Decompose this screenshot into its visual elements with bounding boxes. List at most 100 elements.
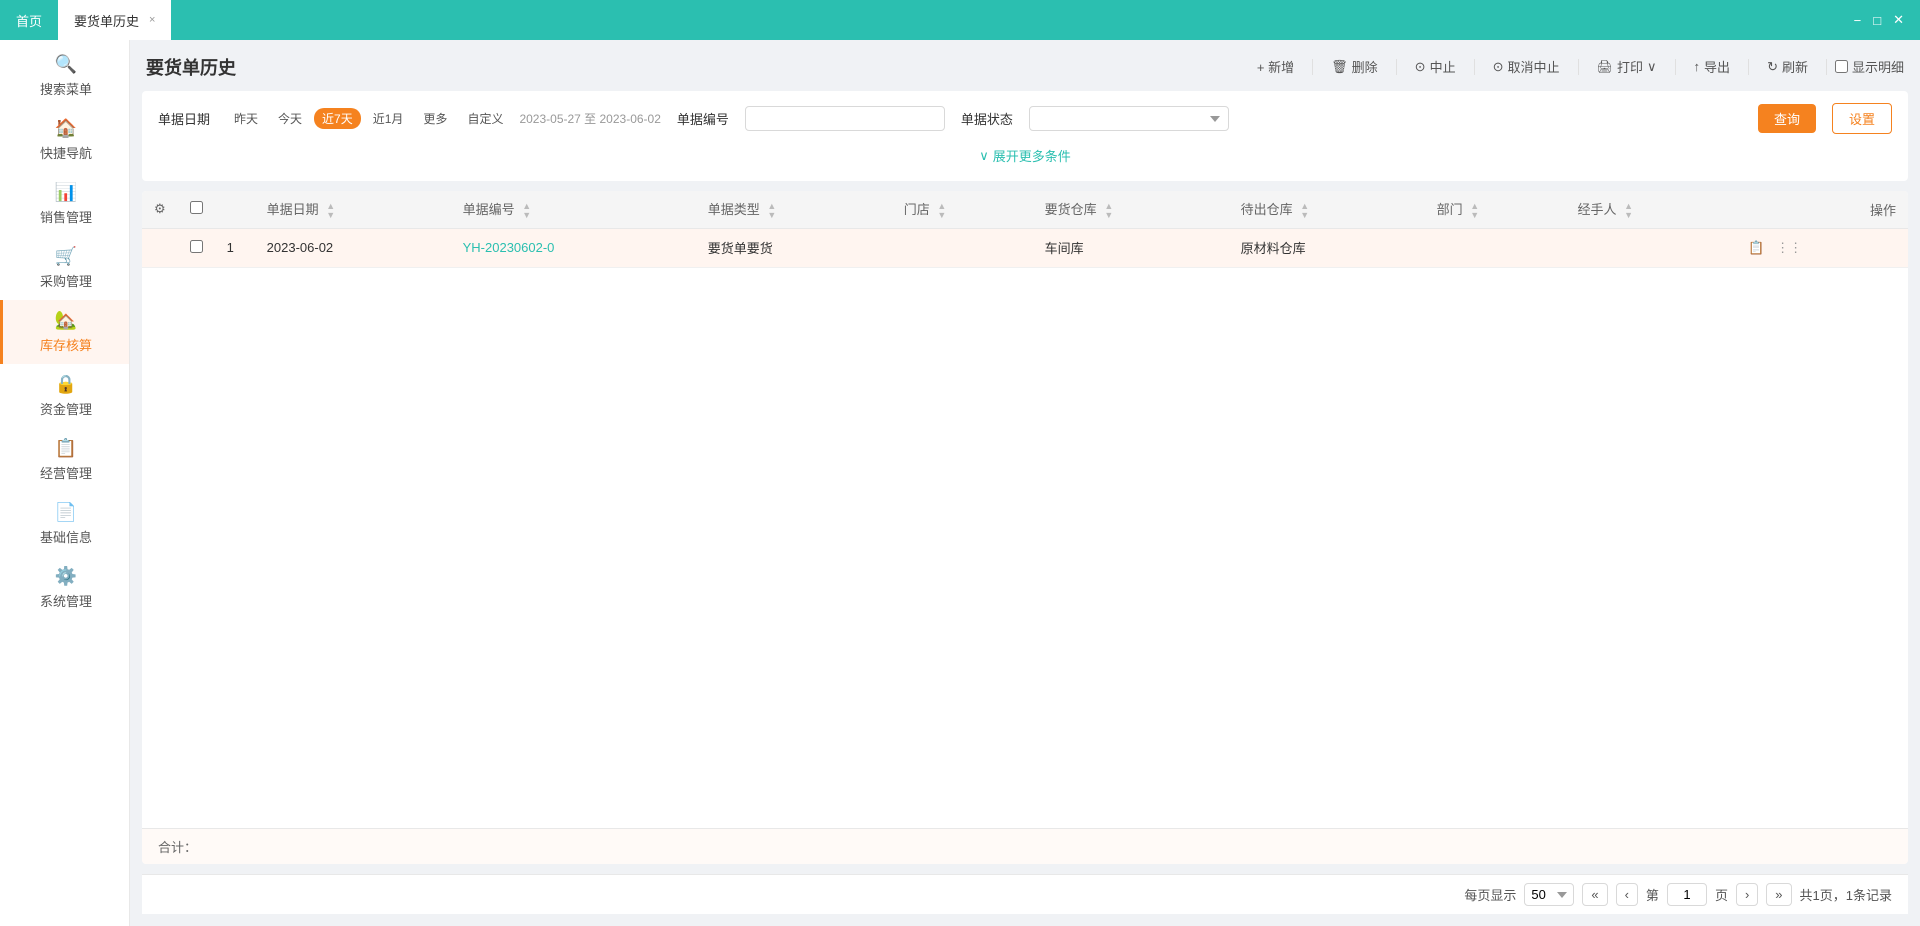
sidebar-item-purchase-mgmt[interactable]: 🛒 采购管理 [0, 236, 129, 300]
row-date: 2023-06-02 [255, 228, 451, 267]
minimize-icon[interactable]: − [1854, 13, 1862, 28]
col-handler[interactable]: 经手人 ▲▼ [1566, 191, 1734, 228]
operations-icon: 📋 [55, 438, 77, 459]
more-icon: ⋮⋮ [1776, 240, 1802, 255]
divider-6 [1748, 59, 1749, 75]
col-type[interactable]: 单据类型 ▲▼ [696, 191, 892, 228]
export-icon: ↑ [1694, 59, 1701, 74]
total-info: 共1页，1条记录 [1800, 885, 1892, 904]
handler-sort-icon: ▲▼ [1624, 202, 1633, 220]
per-page-label: 每页显示 [1464, 885, 1516, 904]
home-icon: 🏠 [55, 118, 77, 139]
department-sort-icon: ▲▼ [1470, 202, 1479, 220]
last7days-btn[interactable]: 近7天 [314, 108, 361, 129]
col-checkbox [178, 191, 215, 228]
col-date[interactable]: 单据日期 ▲▼ [255, 191, 451, 228]
sidebar: 🔍 搜索菜单 🏠 快捷导航 📊 销售管理 🛒 采购管理 🏡 库存核算 🔒 资金管… [0, 40, 130, 926]
col-pending-warehouse[interactable]: 待出仓库 ▲▼ [1229, 191, 1425, 228]
row-edit-button[interactable]: 📋 [1746, 237, 1766, 259]
col-req-warehouse[interactable]: 要货仓库 ▲▼ [1033, 191, 1229, 228]
suspend-button[interactable]: ⊙ 中止 [1405, 52, 1466, 81]
filter-row-2: ∨ 展开更多条件 [158, 142, 1892, 169]
sidebar-item-search-menu[interactable]: 🔍 搜索菜单 [0, 44, 129, 108]
refresh-button[interactable]: ↻ 刷新 [1757, 52, 1818, 81]
row-req-warehouse: 车间库 [1033, 228, 1229, 267]
maximize-icon[interactable]: □ [1873, 13, 1881, 28]
sidebar-item-operations-mgmt[interactable]: 📋 经营管理 [0, 428, 129, 492]
store-sort-icon: ▲▼ [937, 202, 946, 220]
custom-btn[interactable]: 自定义 [459, 108, 511, 129]
last-page-btn[interactable]: » [1766, 883, 1791, 906]
system-icon: ⚙️ [55, 566, 77, 587]
sidebar-item-basic-info[interactable]: 📄 基础信息 [0, 492, 129, 556]
col-store[interactable]: 门店 ▲▼ [892, 191, 1033, 228]
new-button[interactable]: + 新增 [1247, 52, 1304, 81]
tab-requisition-history[interactable]: 要货单历史 × [58, 0, 171, 40]
purchase-icon: 🛒 [55, 246, 77, 267]
print-button[interactable]: 🖨 打印 ∨ [1587, 52, 1667, 81]
doc-number-input[interactable] [745, 106, 945, 131]
doc-number-label: 单据编号 [677, 109, 729, 128]
divider-2 [1396, 59, 1397, 75]
today-btn[interactable]: 今天 [270, 108, 310, 129]
row-more-button[interactable]: ⋮⋮ [1774, 237, 1804, 259]
sidebar-item-quick-nav[interactable]: 🏠 快捷导航 [0, 108, 129, 172]
last1month-btn[interactable]: 近1月 [365, 108, 412, 129]
cancel-suspend-button[interactable]: ⊙ 取消中止 [1483, 52, 1570, 81]
col-actions: 操作 [1734, 191, 1908, 228]
divider-7 [1826, 59, 1827, 75]
col-department[interactable]: 部门 ▲▼ [1425, 191, 1566, 228]
summary-label: 合计： [158, 840, 197, 855]
page-input[interactable] [1667, 883, 1707, 906]
basic-info-icon: 📄 [55, 502, 77, 523]
pending-warehouse-sort-icon: ▲▼ [1300, 202, 1309, 220]
sidebar-item-sales-mgmt[interactable]: 📊 销售管理 [0, 172, 129, 236]
col-number[interactable]: 单据编号 ▲▼ [451, 191, 696, 228]
settings-button[interactable]: 设置 [1832, 103, 1892, 134]
search-menu-icon: 🔍 [55, 54, 77, 75]
first-page-btn[interactable]: « [1582, 883, 1607, 906]
divider-4 [1578, 59, 1579, 75]
divider-1 [1312, 59, 1313, 75]
row-handler [1566, 228, 1734, 267]
date-buttons: 昨天 今天 近7天 近1月 更多 自定义 2023-05-27 至 2023-0… [226, 108, 661, 129]
doc-status-wrapper [1029, 106, 1742, 131]
finance-icon: 🔒 [55, 374, 77, 395]
inventory-icon: 🏡 [55, 310, 77, 331]
row-number-link[interactable]: YH-20230602-0 [463, 240, 555, 255]
display-detail-checkbox[interactable] [1835, 60, 1848, 73]
sidebar-item-finance-mgmt[interactable]: 🔒 资金管理 [0, 364, 129, 428]
content-area: 要货单历史 + 新增 🗑 删除 ⊙ 中止 ⊙ 取消中止 [130, 40, 1920, 926]
yesterday-btn[interactable]: 昨天 [226, 108, 266, 129]
col-settings[interactable]: ⚙ [142, 191, 178, 228]
date-sort-icon: ▲▼ [326, 202, 335, 220]
export-button[interactable]: ↑ 导出 [1684, 52, 1741, 81]
tab-home[interactable]: 首页 [0, 0, 58, 40]
select-all-checkbox[interactable] [190, 201, 203, 214]
number-sort-icon: ▲▼ [522, 202, 531, 220]
expand-btn[interactable]: ∨ 展开更多条件 [979, 142, 1071, 169]
table-footer: 合计： [142, 828, 1908, 864]
query-button[interactable]: 查询 [1758, 104, 1816, 133]
window-controls: − □ ✕ [1854, 12, 1920, 28]
per-page-select[interactable]: 50 10 20 100 [1524, 883, 1574, 906]
data-table: ⚙ 单据日期 ▲▼ 单据编号 ▲▼ [142, 191, 1908, 268]
main-layout: 🔍 搜索菜单 🏠 快捷导航 📊 销售管理 🛒 采购管理 🏡 库存核算 🔒 资金管… [0, 40, 1920, 926]
prev-page-btn[interactable]: ‹ [1616, 883, 1638, 906]
filter-row-1: 单据日期 昨天 今天 近7天 近1月 更多 自定义 2023-05-27 至 2… [158, 103, 1892, 134]
row-checkbox[interactable] [190, 240, 203, 253]
row-settings-cell [142, 228, 178, 267]
action-buttons: + 新增 🗑 删除 ⊙ 中止 ⊙ 取消中止 [1247, 52, 1904, 81]
next-page-btn[interactable]: › [1736, 883, 1758, 906]
date-range-text: 2023-05-27 至 2023-06-02 [519, 110, 660, 127]
delete-button[interactable]: 🗑 删除 [1321, 52, 1388, 81]
tab-close-icon[interactable]: × [149, 14, 155, 26]
filter-panel: 单据日期 昨天 今天 近7天 近1月 更多 自定义 2023-05-27 至 2… [142, 91, 1908, 181]
sidebar-item-system-mgmt[interactable]: ⚙️ 系统管理 [0, 556, 129, 620]
sidebar-item-inventory[interactable]: 🏡 库存核算 [0, 300, 129, 364]
close-icon[interactable]: ✕ [1893, 12, 1904, 28]
more-btn[interactable]: 更多 [415, 108, 455, 129]
doc-status-select[interactable] [1029, 106, 1229, 131]
divider-3 [1474, 59, 1475, 75]
divider-5 [1675, 59, 1676, 75]
